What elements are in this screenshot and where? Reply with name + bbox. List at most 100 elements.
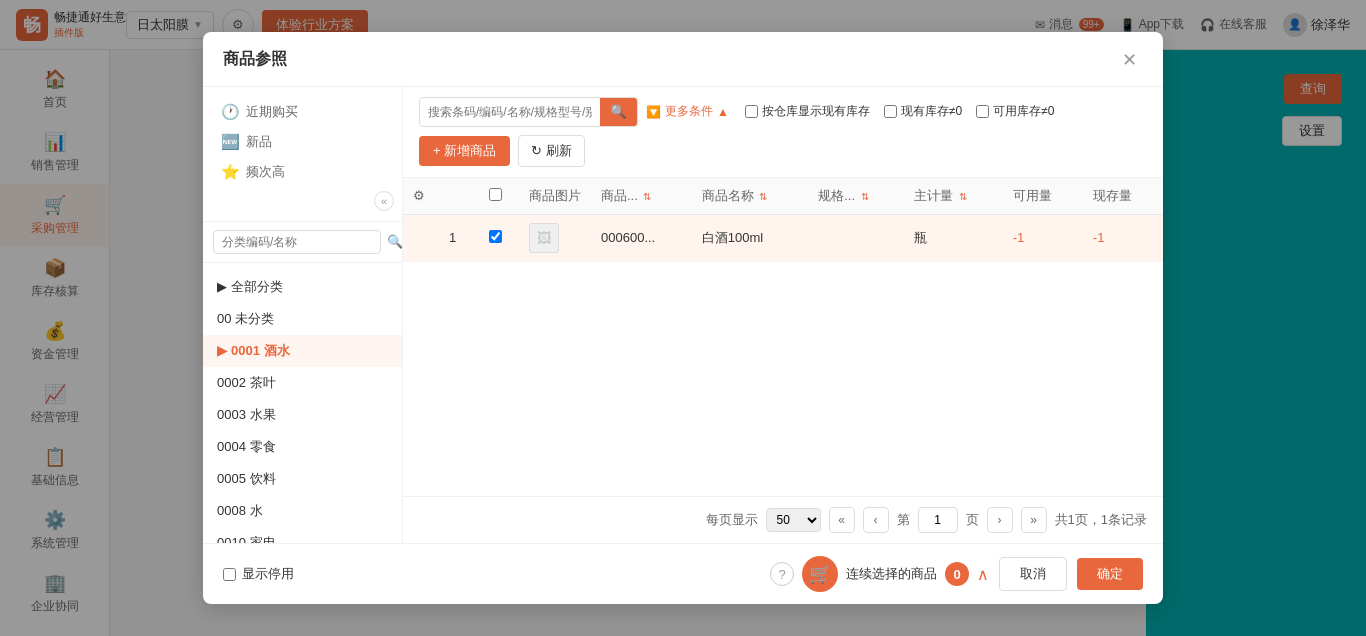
filter-icon: 🔽 bbox=[646, 105, 661, 119]
left-panel-nav: 🕐 近期购买 🆕 新品 ⭐ 频次高 « bbox=[203, 87, 402, 222]
col-settings: ⚙ bbox=[403, 178, 439, 215]
checkbox-label: 现有库存≠0 bbox=[901, 103, 962, 120]
modal-overlay: 商品参照 ✕ 🕐 近期购买 🆕 新品 ⭐ 频次高 bbox=[0, 0, 1366, 636]
category-snacks[interactable]: 0004 零食 bbox=[203, 431, 402, 463]
category-fruit[interactable]: 0003 水果 bbox=[203, 399, 402, 431]
modal-footer: 显示停用 ? 🛒 连续选择的商品 0 ∧ 取消 确定 bbox=[203, 543, 1163, 604]
row-settings bbox=[403, 214, 439, 261]
category-search-row: 🔍 bbox=[203, 222, 402, 263]
cart-count: 0 bbox=[945, 562, 969, 586]
product-search-wrap: 🔍 bbox=[419, 97, 638, 127]
category-label: 0001 酒水 bbox=[231, 342, 290, 360]
show-disabled-checkbox[interactable]: 显示停用 bbox=[223, 565, 294, 583]
collapse-left-button[interactable]: « bbox=[374, 191, 394, 211]
category-alcohol[interactable]: ▶ 0001 酒水 bbox=[203, 335, 402, 367]
product-table-wrap: ⚙ 商品图片 商品... bbox=[403, 178, 1163, 496]
category-search-icon[interactable]: 🔍 bbox=[387, 234, 403, 249]
col-stock-header: 现存量 bbox=[1083, 178, 1163, 215]
row-num: 1 bbox=[439, 214, 479, 261]
category-search-input[interactable] bbox=[213, 230, 381, 254]
table-settings-icon[interactable]: ⚙ bbox=[413, 188, 425, 203]
right-panel: 🔍 🔽 更多条件 ▲ 按仓库显示现有库存 bbox=[403, 87, 1163, 543]
available-stock-checkbox[interactable]: 现有库存≠0 bbox=[884, 103, 962, 120]
row-name: 白酒100ml bbox=[692, 214, 808, 261]
expand-icon: ▶ bbox=[217, 279, 227, 294]
page-label-text: 第 bbox=[897, 511, 910, 529]
modal-body: 🕐 近期购买 🆕 新品 ⭐ 频次高 « bbox=[203, 87, 1163, 543]
category-unclassified[interactable]: 00 未分类 bbox=[203, 303, 402, 335]
col-spec-header[interactable]: 规格... ⇅ bbox=[808, 178, 904, 215]
category-drinks[interactable]: 0005 饮料 bbox=[203, 463, 402, 495]
category-all[interactable]: ▶ 全部分类 bbox=[203, 271, 402, 303]
col-code-header[interactable]: 商品... ⇅ bbox=[591, 178, 692, 215]
product-search-input[interactable] bbox=[420, 105, 600, 119]
sort-icon: ⇅ bbox=[959, 191, 967, 202]
sort-icon: ⇅ bbox=[759, 191, 767, 202]
chevron-up-icon: ▲ bbox=[717, 105, 729, 119]
checkbox-label: 按仓库显示现有库存 bbox=[762, 103, 870, 120]
last-page-button[interactable]: » bbox=[1021, 507, 1047, 533]
help-icon[interactable]: ? bbox=[770, 562, 794, 586]
page-number-input[interactable] bbox=[918, 507, 958, 533]
product-search-button[interactable]: 🔍 bbox=[600, 97, 637, 127]
category-appliances[interactable]: 0010 家电 bbox=[203, 527, 402, 543]
category-label: 0010 家电 bbox=[217, 534, 276, 543]
collapse-cart-button[interactable]: ∧ bbox=[977, 565, 989, 584]
category-label: 0002 茶叶 bbox=[217, 374, 276, 392]
row-code: 000600... bbox=[591, 214, 692, 261]
category-label: 0004 零食 bbox=[217, 438, 276, 456]
product-thumbnail: 🖼 bbox=[529, 223, 559, 253]
filter-checkboxes: 按仓库显示现有库存 现有库存≠0 可用库存≠0 bbox=[745, 103, 1055, 120]
new-products-item[interactable]: 🆕 新品 bbox=[211, 127, 394, 157]
add-product-button[interactable]: + 新增商品 bbox=[419, 136, 510, 166]
per-page-select[interactable]: 50 100 200 bbox=[766, 508, 821, 532]
checkbox-label: 可用库存≠0 bbox=[993, 103, 1054, 120]
modal-close-button[interactable]: ✕ bbox=[1115, 46, 1143, 74]
pagination-total-info: 共1页，1条记录 bbox=[1055, 511, 1147, 529]
nav-item-label: 新品 bbox=[246, 133, 272, 151]
cart-area: ? 🛒 连续选择的商品 0 ∧ bbox=[770, 556, 989, 592]
category-label: 0005 饮料 bbox=[217, 470, 276, 488]
col-check-header bbox=[479, 178, 519, 215]
cart-text: 连续选择的商品 bbox=[846, 565, 937, 583]
category-label: 00 未分类 bbox=[217, 310, 274, 328]
product-table: ⚙ 商品图片 商品... bbox=[403, 178, 1163, 262]
category-water[interactable]: 0008 水 bbox=[203, 495, 402, 527]
select-all-checkbox[interactable] bbox=[489, 188, 502, 201]
show-disabled-label: 显示停用 bbox=[242, 565, 294, 583]
row-check[interactable] bbox=[479, 214, 519, 261]
category-label: 0003 水果 bbox=[217, 406, 276, 424]
first-page-button[interactable]: « bbox=[829, 507, 855, 533]
expand-icon: ▶ bbox=[217, 343, 227, 358]
col-name-header[interactable]: 商品名称 ⇅ bbox=[692, 178, 808, 215]
recent-purchase-item[interactable]: 🕐 近期购买 bbox=[211, 97, 394, 127]
prev-page-button[interactable]: ‹ bbox=[863, 507, 889, 533]
stock-by-warehouse-checkbox[interactable]: 按仓库显示现有库存 bbox=[745, 103, 870, 120]
star-icon: ⭐ bbox=[221, 163, 240, 181]
cancel-button[interactable]: 取消 bbox=[999, 557, 1067, 591]
category-tea[interactable]: 0002 茶叶 bbox=[203, 367, 402, 399]
pagination-bar: 每页显示 50 100 200 « ‹ 第 页 › » 共1页，1条记录 bbox=[403, 496, 1163, 543]
frequent-item[interactable]: ⭐ 频次高 bbox=[211, 157, 394, 187]
new-icon: 🆕 bbox=[221, 133, 240, 151]
cart-icon[interactable]: 🛒 bbox=[802, 556, 838, 592]
table-row[interactable]: 1 🖼 000600... bbox=[403, 214, 1163, 261]
col-num-header bbox=[439, 178, 479, 215]
page-suffix: 页 bbox=[966, 511, 979, 529]
product-reference-modal: 商品参照 ✕ 🕐 近期购买 🆕 新品 ⭐ 频次高 bbox=[203, 32, 1163, 604]
refresh-button[interactable]: ↻ 刷新 bbox=[518, 135, 585, 167]
usable-stock-checkbox[interactable]: 可用库存≠0 bbox=[976, 103, 1054, 120]
category-label: 全部分类 bbox=[231, 278, 283, 296]
next-page-button[interactable]: › bbox=[987, 507, 1013, 533]
col-unit-header[interactable]: 主计量 ⇅ bbox=[904, 178, 1003, 215]
row-available: -1 bbox=[1003, 214, 1083, 261]
col-available-header: 可用量 bbox=[1003, 178, 1083, 215]
per-page-label: 每页显示 bbox=[706, 511, 758, 529]
sort-icon: ⇅ bbox=[643, 191, 651, 202]
more-filters-button[interactable]: 🔽 更多条件 ▲ bbox=[646, 103, 729, 120]
confirm-button[interactable]: 确定 bbox=[1077, 558, 1143, 590]
modal-title: 商品参照 bbox=[223, 49, 287, 70]
refresh-icon: ↻ bbox=[531, 143, 542, 158]
row-image: 🖼 bbox=[519, 214, 591, 261]
category-label: 0008 水 bbox=[217, 502, 263, 520]
